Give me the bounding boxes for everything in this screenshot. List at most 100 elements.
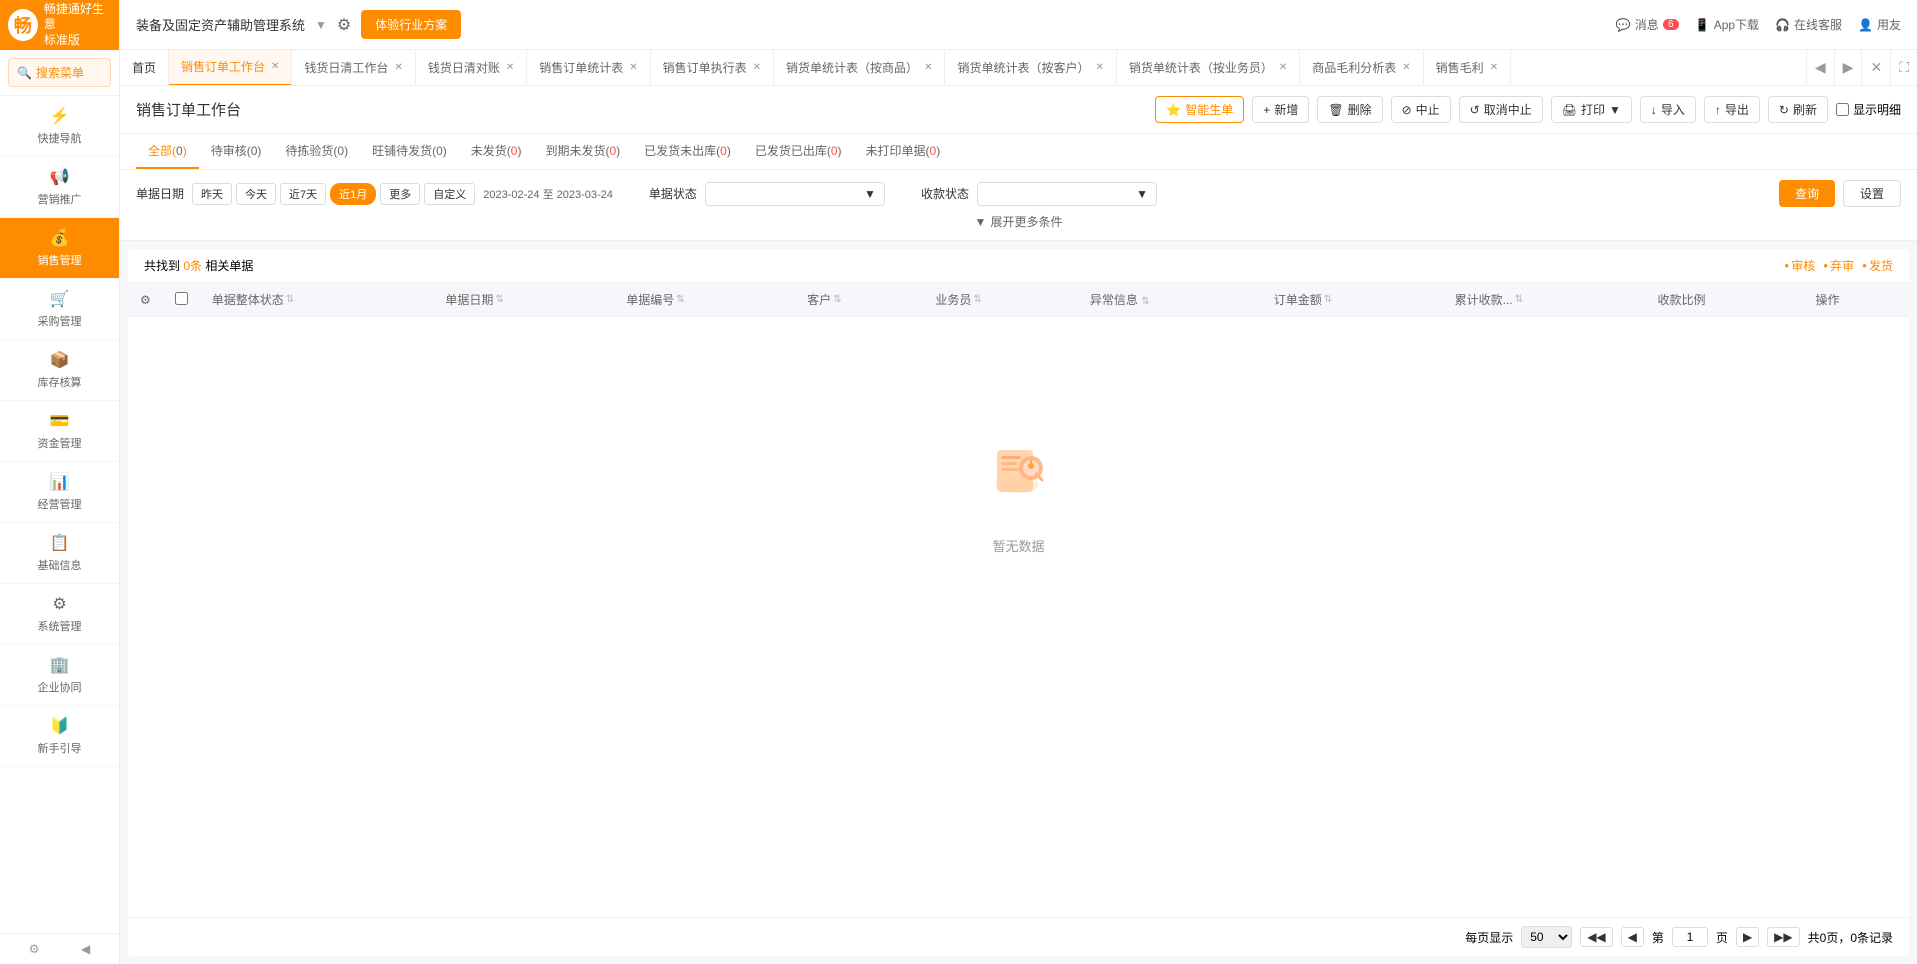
tab-close-cash-reconcile[interactable]: ✕ xyxy=(506,62,514,73)
subtab-not-shipped[interactable]: 未发货(0) xyxy=(459,134,534,169)
settings-icon[interactable]: ⚙ xyxy=(29,942,40,956)
search-menu-button[interactable]: 🔍 搜索菜单 xyxy=(8,58,111,87)
tab-close-sales-stat-customer[interactable]: ✕ xyxy=(1095,62,1103,73)
tab-close-sales-profit[interactable]: ✕ xyxy=(1490,62,1498,73)
page-size-select[interactable]: 50 20 100 xyxy=(1521,926,1572,948)
select-all-checkbox[interactable] xyxy=(175,292,188,305)
page-prev-button[interactable]: ◀ xyxy=(1621,927,1644,947)
filter-status-select[interactable]: ▼ xyxy=(705,182,885,206)
subtab-shipped-in[interactable]: 已发货已出库(0) xyxy=(743,134,854,169)
filter-payment-select[interactable]: ▼ xyxy=(977,182,1157,206)
show-detail-checkbox[interactable] xyxy=(1836,103,1849,116)
ship-button[interactable]: 发货 xyxy=(1862,257,1893,274)
export-button[interactable]: ↑ 导出 xyxy=(1704,96,1760,123)
tab-prev-button[interactable]: ◀ xyxy=(1806,50,1834,86)
nav-label-purchase: 采购管理 xyxy=(38,313,82,329)
filter-date-btn-更多[interactable]: 更多 xyxy=(380,183,420,205)
tab-close-cash-daily[interactable]: ✕ xyxy=(394,62,402,73)
filter-row-1: 单据日期 昨天今天近7天近1月更多自定义 2023-02-24 至 2023-0… xyxy=(136,180,1901,207)
filter-date-btn-昨天[interactable]: 昨天 xyxy=(192,183,232,205)
filter-expand-button[interactable]: ▼ 展开更多条件 xyxy=(136,213,1901,230)
sidebar-item-corp[interactable]: 🏢企业协同 xyxy=(0,645,119,706)
tab-close-all-button[interactable]: ✕ xyxy=(1861,50,1890,86)
smart-generate-button[interactable]: ⭐ 智能生单 xyxy=(1155,96,1244,123)
page-input[interactable] xyxy=(1672,927,1708,947)
tab-cash-daily[interactable]: 钱货日清工作台✕ xyxy=(292,50,415,86)
subtab-shipped-not-in[interactable]: 已发货未出库(0) xyxy=(632,134,743,169)
app-download-button[interactable]: 📱 App下载 xyxy=(1695,16,1759,33)
subtab-pending-review[interactable]: 待审核(0) xyxy=(199,134,274,169)
tab-sales-profit[interactable]: 销售毛利✕ xyxy=(1424,50,1511,86)
subtab-pending-inspect[interactable]: 待拣验货(0) xyxy=(273,134,360,169)
tab-sales-stat-product[interactable]: 销货单统计表（按商品）✕ xyxy=(774,50,945,86)
import-button[interactable]: ↓ 导入 xyxy=(1640,96,1696,123)
filter-setting-button[interactable]: 设置 xyxy=(1843,180,1901,207)
reject-button[interactable]: 弃审 xyxy=(1823,257,1854,274)
approve-button[interactable]: 审核 xyxy=(1784,257,1815,274)
tab-home[interactable]: 首页 xyxy=(120,50,169,86)
table-settings-col[interactable]: ⚙ xyxy=(128,283,163,317)
filter-date-btn-近7天[interactable]: 近7天 xyxy=(280,183,326,205)
trial-button[interactable]: 体验行业方案 xyxy=(361,10,461,39)
tab-next-button[interactable]: ▶ xyxy=(1834,50,1862,86)
subtab-overdue-not-shipped[interactable]: 到期未发货(0) xyxy=(533,134,632,169)
add-button[interactable]: + 新增 xyxy=(1252,96,1309,123)
results-header: 共找到 0条 相关单据 审核 弃审 发货 xyxy=(128,249,1909,283)
sidebar-item-quick-nav[interactable]: ⚡快捷导航 xyxy=(0,96,119,157)
tab-close-sales-workbench[interactable]: ✕ xyxy=(271,61,279,72)
subtab-not-printed[interactable]: 未打印单据(0) xyxy=(854,134,953,169)
tab-fullscreen-button[interactable]: ⛶ xyxy=(1890,50,1917,86)
sidebar-item-guide[interactable]: 🔰 新手引导 xyxy=(0,706,119,767)
sidebar-item-finance[interactable]: 💳资金管理 xyxy=(0,401,119,462)
topbar: 装备及固定资产辅助管理系统 ▼ ⚙ 体验行业方案 💬 消息 6 📱 App下载 … xyxy=(120,0,1917,50)
show-detail-checkbox-label[interactable]: 显示明细 xyxy=(1836,101,1901,118)
stop-button[interactable]: ⊘ 中止 xyxy=(1391,96,1451,123)
topbar-settings-icon[interactable]: ⚙ xyxy=(337,15,351,35)
online-service-button[interactable]: 🎧 在线客服 xyxy=(1775,16,1842,33)
filter-status-label: 单据状态 xyxy=(649,185,697,202)
page-last-button[interactable]: ▶▶ xyxy=(1767,927,1799,947)
tab-close-sales-stat[interactable]: ✕ xyxy=(629,62,637,73)
stop-icon: ⊘ xyxy=(1402,103,1412,117)
user-button[interactable]: 👤 用友 xyxy=(1858,16,1901,33)
column-settings-icon[interactable]: ⚙ xyxy=(140,293,151,307)
tab-sales-exec[interactable]: 销售订单执行表✕ xyxy=(651,50,774,86)
collapse-icon[interactable]: ◀ xyxy=(81,942,90,956)
page-next-button[interactable]: ▶ xyxy=(1736,927,1759,947)
tab-close-product-margin[interactable]: ✕ xyxy=(1402,62,1410,73)
tab-sales-stat-customer[interactable]: 销货单统计表（按客户）✕ xyxy=(945,50,1116,86)
sidebar-item-inventory[interactable]: 📦库存核算 xyxy=(0,340,119,401)
print-button[interactable]: 🖨 打印 ▼ xyxy=(1551,96,1632,123)
tab-sales-stat[interactable]: 销售订单统计表✕ xyxy=(527,50,650,86)
sidebar-item-purchase[interactable]: 🛒采购管理 xyxy=(0,279,119,340)
tab-close-sales-stat-staff[interactable]: ✕ xyxy=(1279,62,1287,73)
tab-product-margin[interactable]: 商品毛利分析表✕ xyxy=(1300,50,1423,86)
tab-close-sales-exec[interactable]: ✕ xyxy=(753,62,761,73)
tab-sales-workbench[interactable]: 销售订单工作台✕ xyxy=(169,50,292,86)
nav-label-sales: 销售管理 xyxy=(38,252,82,268)
filter-date-btn-自定义[interactable]: 自定义 xyxy=(424,183,475,205)
nav-label-guide: 新手引导 xyxy=(38,740,82,756)
tab-close-sales-stat-product[interactable]: ✕ xyxy=(924,62,932,73)
filter-date-btn-近1月[interactable]: 近1月 xyxy=(330,183,376,205)
sidebar-item-system[interactable]: ⚙系统管理 xyxy=(0,584,119,645)
query-button[interactable]: 查询 xyxy=(1779,180,1835,207)
subtab-all[interactable]: 全部(0) xyxy=(136,134,199,169)
refresh-button[interactable]: ↻ 刷新 xyxy=(1768,96,1828,123)
filter-date-btn-今天[interactable]: 今天 xyxy=(236,183,276,205)
subtab-wangpu-pending[interactable]: 旺铺待发货(0) xyxy=(360,134,459,169)
sidebar-item-marketing[interactable]: 📢营销推广 xyxy=(0,157,119,218)
tab-sales-stat-staff[interactable]: 销货单统计表（按业务员）✕ xyxy=(1117,50,1300,86)
sort-status-icon: ⇅ xyxy=(286,294,294,305)
message-button[interactable]: 💬 消息 6 xyxy=(1616,16,1679,33)
tab-cash-reconcile[interactable]: 钱货日清对账✕ xyxy=(416,50,527,86)
sidebar-item-sales[interactable]: 💰销售管理 xyxy=(0,218,119,279)
sidebar-item-operations[interactable]: 📊经营管理 xyxy=(0,462,119,523)
cancel-stop-button[interactable]: ↺ 取消中止 xyxy=(1459,96,1543,123)
nav-icon-guide: 🔰 xyxy=(50,716,70,736)
page-first-button[interactable]: ◀◀ xyxy=(1580,927,1612,947)
system-dropdown-icon[interactable]: ▼ xyxy=(315,18,327,32)
delete-button[interactable]: 🗑 删除 xyxy=(1317,96,1382,123)
sidebar-item-basic-info[interactable]: 📋基础信息 xyxy=(0,523,119,584)
table-checkbox-col[interactable] xyxy=(163,283,200,317)
